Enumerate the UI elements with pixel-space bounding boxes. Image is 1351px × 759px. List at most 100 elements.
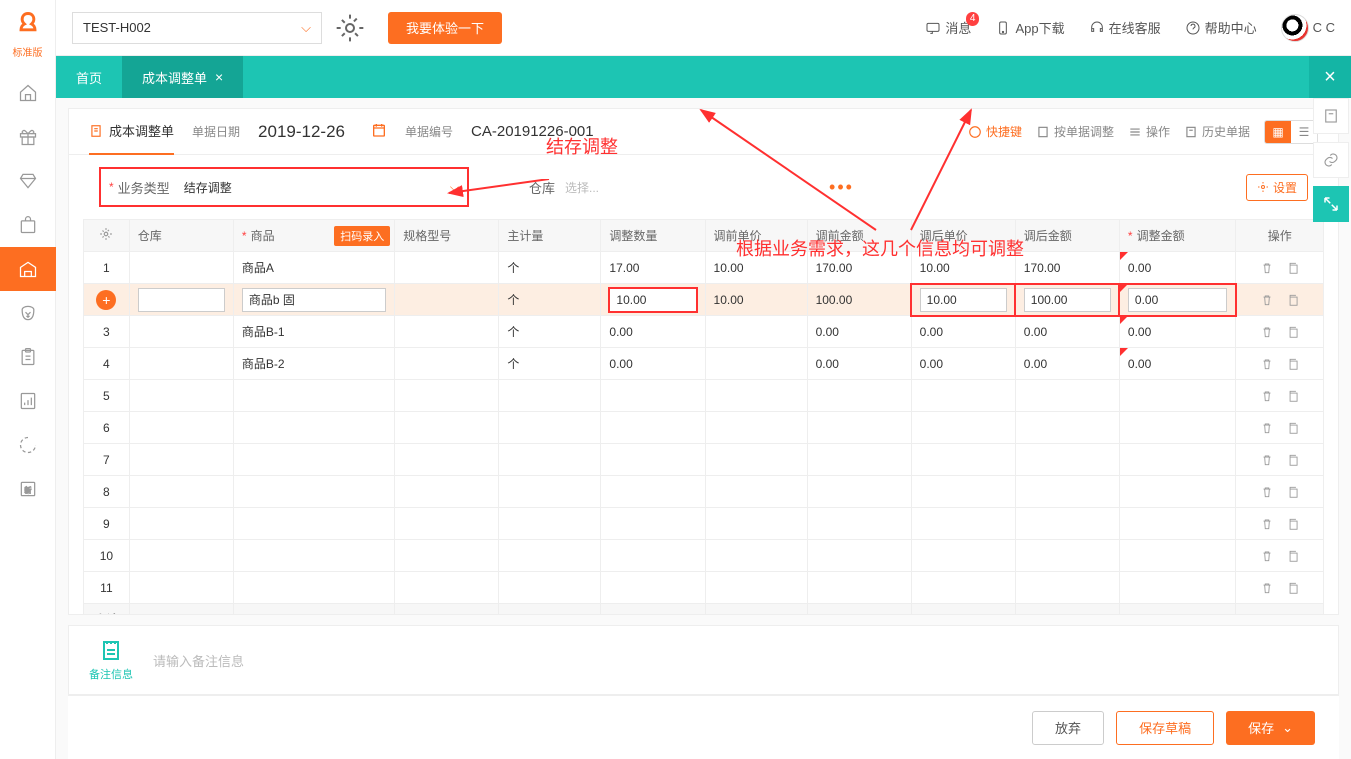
th-warehouse: 仓库 bbox=[129, 220, 233, 252]
copy-icon[interactable] bbox=[1286, 485, 1300, 499]
help-link[interactable]: 帮助中心 bbox=[1185, 18, 1257, 37]
aup-input[interactable]: 10.00 bbox=[920, 288, 1007, 312]
history-action[interactable]: 历史单据 bbox=[1184, 123, 1250, 140]
table-row[interactable]: 1商品A个17.0010.00170.0010.00170.000.00 bbox=[84, 252, 1324, 284]
tab-cost-adjust[interactable]: 成本调整单× bbox=[122, 56, 243, 98]
chevron-down-icon: ⌄ bbox=[1282, 720, 1293, 736]
expand-tool[interactable] bbox=[1313, 186, 1349, 222]
delete-icon[interactable] bbox=[1260, 293, 1274, 307]
scan-button[interactable]: 扫码录入 bbox=[334, 226, 390, 246]
rail-loading-icon[interactable] bbox=[0, 423, 56, 467]
table-row[interactable]: 4商品B-2个0.000.000.000.000.00 bbox=[84, 348, 1324, 380]
rail-diamond-icon[interactable] bbox=[0, 159, 56, 203]
data-table: 仓库 *商品扫码录入 规格型号 主计量 调整数量 调前单价 调前金额 调后单价 … bbox=[83, 219, 1324, 614]
delete-icon[interactable] bbox=[1260, 549, 1274, 563]
qty-input[interactable]: 10.00 bbox=[609, 288, 696, 312]
logo bbox=[10, 6, 46, 42]
rail-gift-icon[interactable] bbox=[0, 115, 56, 159]
business-type-field[interactable]: * 业务类型 结存调整 ⌵ bbox=[99, 167, 469, 207]
grid-view-icon[interactable]: ▦ bbox=[1265, 121, 1291, 143]
add-row-icon[interactable]: + bbox=[96, 290, 116, 310]
table-row[interactable]: 9 bbox=[84, 508, 1324, 540]
more-icon[interactable]: ••• bbox=[829, 177, 854, 198]
delete-icon[interactable] bbox=[1260, 485, 1274, 499]
copy-icon[interactable] bbox=[1286, 389, 1300, 403]
table-row[interactable]: 7 bbox=[84, 444, 1324, 476]
copy-icon[interactable] bbox=[1286, 581, 1300, 595]
delete-icon[interactable] bbox=[1260, 389, 1274, 403]
remarks-input[interactable]: 请输入备注信息 bbox=[153, 651, 1318, 670]
logo-label: 标准版 bbox=[13, 44, 43, 59]
note-tool[interactable] bbox=[1313, 98, 1349, 134]
th-product: *商品扫码录入 bbox=[233, 220, 394, 252]
rail-home-icon[interactable] bbox=[0, 71, 56, 115]
copy-icon[interactable] bbox=[1286, 549, 1300, 563]
adj-input[interactable]: 0.00 bbox=[1128, 288, 1228, 312]
th-gear[interactable] bbox=[84, 220, 130, 252]
delete-icon[interactable] bbox=[1260, 517, 1274, 531]
warehouse-field[interactable]: 仓库 选择... ••• bbox=[529, 177, 854, 198]
rail-report-icon[interactable] bbox=[0, 379, 56, 423]
settings-button[interactable] bbox=[334, 12, 366, 44]
table-row[interactable]: +商品b 固个10.0010.00100.0010.00100.000.00 bbox=[84, 284, 1324, 316]
app-download-link[interactable]: App下载 bbox=[995, 18, 1064, 37]
copy-icon[interactable] bbox=[1286, 325, 1300, 339]
remarks-section: 备注信息 请输入备注信息 bbox=[68, 625, 1339, 695]
calendar-icon[interactable] bbox=[371, 122, 387, 141]
copy-icon[interactable] bbox=[1286, 517, 1300, 531]
th-ops: 操作 bbox=[1236, 220, 1324, 252]
delete-icon[interactable] bbox=[1260, 261, 1274, 275]
rail-clipboard-icon[interactable] bbox=[0, 335, 56, 379]
th-qty: 调整数量 bbox=[601, 220, 705, 252]
org-select[interactable]: TEST-H002 ⌵ bbox=[72, 12, 322, 44]
docno-label: 单据编号 bbox=[405, 123, 453, 140]
prod-input[interactable]: 商品b 固 bbox=[242, 288, 386, 312]
table-row[interactable]: 3商品B-1个0.000.000.000.000.00 bbox=[84, 316, 1324, 348]
copy-icon[interactable] bbox=[1286, 261, 1300, 275]
date-label: 单据日期 bbox=[192, 123, 240, 140]
footer: 放弃 保存草稿 保存⌄ bbox=[68, 695, 1339, 759]
aamt-input[interactable]: 100.00 bbox=[1024, 288, 1111, 312]
date-value[interactable]: 2019-12-26 bbox=[258, 122, 345, 142]
save-button[interactable]: 保存⌄ bbox=[1226, 711, 1315, 745]
user-menu[interactable]: C C bbox=[1281, 14, 1335, 42]
doc-tab[interactable]: 成本调整单 bbox=[89, 109, 174, 155]
org-name: TEST-H002 bbox=[83, 20, 151, 35]
form-row: * 业务类型 结存调整 ⌵ 仓库 选择... ••• 设置 bbox=[69, 155, 1338, 219]
table-row[interactable]: 11 bbox=[84, 572, 1324, 604]
try-button[interactable]: 我要体验一下 bbox=[388, 12, 502, 44]
hotkey-action[interactable]: 快捷键 bbox=[968, 123, 1022, 140]
wh-input[interactable] bbox=[138, 288, 225, 312]
delete-icon[interactable] bbox=[1260, 421, 1274, 435]
th-unitprice: 调前单价 bbox=[705, 220, 807, 252]
rail-money-icon[interactable] bbox=[0, 291, 56, 335]
delete-icon[interactable] bbox=[1260, 325, 1274, 339]
table-row[interactable]: 5 bbox=[84, 380, 1324, 412]
left-rail: 标准版 新 bbox=[0, 0, 56, 759]
table-row[interactable]: 10 bbox=[84, 540, 1324, 572]
messages-link[interactable]: 消息4 bbox=[925, 18, 971, 37]
bydoc-action[interactable]: 按单据调整 bbox=[1036, 123, 1114, 140]
copy-icon[interactable] bbox=[1286, 421, 1300, 435]
settings-link[interactable]: 设置 bbox=[1246, 174, 1308, 201]
link-tool[interactable] bbox=[1313, 142, 1349, 178]
tab-home[interactable]: 首页 bbox=[56, 56, 122, 98]
rail-new-icon[interactable]: 新 bbox=[0, 467, 56, 511]
copy-icon[interactable] bbox=[1286, 293, 1300, 307]
save-draft-button[interactable]: 保存草稿 bbox=[1116, 711, 1214, 745]
copy-icon[interactable] bbox=[1286, 357, 1300, 371]
discard-button[interactable]: 放弃 bbox=[1032, 711, 1104, 745]
delete-icon[interactable] bbox=[1260, 357, 1274, 371]
copy-icon[interactable] bbox=[1286, 453, 1300, 467]
service-link[interactable]: 在线客服 bbox=[1089, 18, 1161, 37]
delete-icon[interactable] bbox=[1260, 581, 1274, 595]
rail-warehouse-icon[interactable] bbox=[0, 247, 56, 291]
table-row[interactable]: 6 bbox=[84, 412, 1324, 444]
tabs-close-all[interactable]: × bbox=[1309, 56, 1351, 98]
ops-action[interactable]: 操作 bbox=[1128, 123, 1170, 140]
rail-bag-icon[interactable] bbox=[0, 203, 56, 247]
delete-icon[interactable] bbox=[1260, 453, 1274, 467]
close-icon[interactable]: × bbox=[215, 69, 223, 85]
table-row[interactable]: 8 bbox=[84, 476, 1324, 508]
view-toggle[interactable]: ▦☰ bbox=[1264, 120, 1318, 144]
